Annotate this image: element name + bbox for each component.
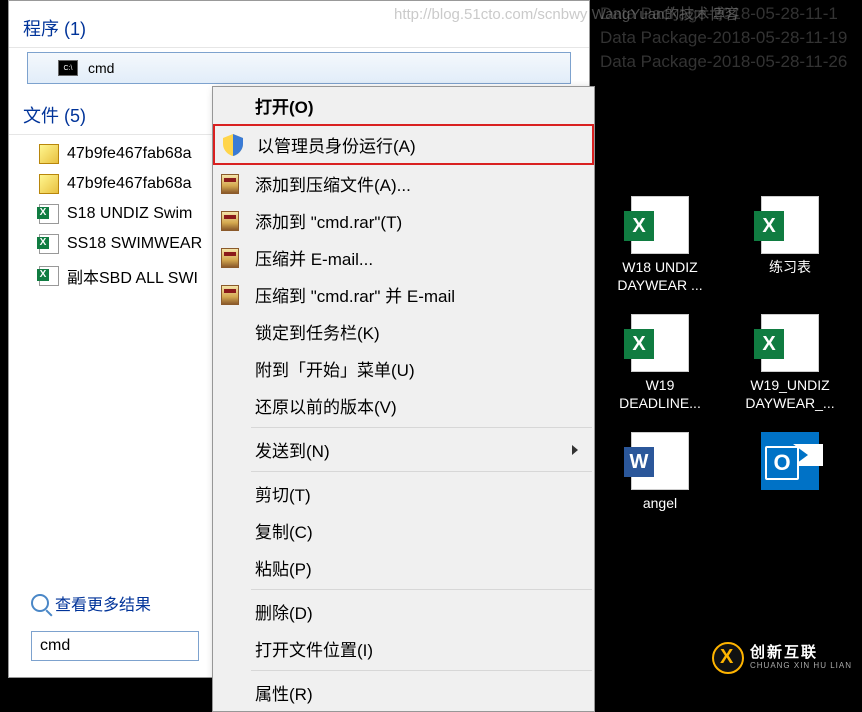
menu-item-label: 发送到(N) [255, 437, 330, 462]
more-results-label: 查看更多结果 [55, 591, 151, 615]
excel-file-icon [39, 234, 59, 254]
rar-icon [221, 174, 239, 194]
menu-item-label: 压缩并 E-mail... [255, 245, 373, 270]
menu-item-label: 还原以前的版本(V) [255, 393, 397, 418]
file-item-label: 47b9fe467fab68a [67, 145, 192, 163]
file-item-label: S18 UNDIZ Swim [67, 205, 192, 223]
compressed-file-icon [39, 144, 59, 164]
brand-name-en: CHUANG XIN HU LIAN [750, 662, 852, 671]
menu-item-label: 添加到压缩文件(A)... [255, 171, 411, 196]
excel-document-icon [631, 314, 689, 372]
menu-item-label: 复制(C) [255, 518, 313, 543]
menu-item-label: 打开文件位置(I) [255, 636, 373, 661]
desktop-icon-label: W18 UNDIZ DAYWEAR ... [605, 258, 715, 294]
excel-file-icon [39, 204, 59, 224]
menu-open[interactable]: 打开(O) [213, 87, 594, 124]
submenu-arrow-icon [572, 445, 578, 455]
menu-pin-taskbar[interactable]: 锁定到任务栏(K) [213, 313, 594, 350]
menu-item-label: 剪切(T) [255, 481, 311, 506]
brand-name-cn: 创新互联 [750, 645, 852, 662]
shield-icon [223, 134, 243, 156]
rar-icon [221, 211, 239, 231]
menu-item-label: 锁定到任务栏(K) [255, 319, 380, 344]
menu-item-label: 打开(O) [255, 93, 314, 118]
menu-run-as-admin[interactable]: 以管理员身份运行(A) [213, 124, 594, 165]
menu-copy[interactable]: 复制(C) [213, 512, 594, 549]
menu-restore-versions[interactable]: 还原以前的版本(V) [213, 387, 594, 424]
menu-pin-start[interactable]: 附到「开始」菜单(U) [213, 350, 594, 387]
file-item-label: SS18 SWIMWEAR [67, 235, 202, 253]
desktop-area: Data Package-2018-05-28-11-1 Data Packag… [600, 0, 862, 682]
program-result-cmd[interactable]: cmd [27, 52, 571, 84]
branding-watermark: 创新互联 CHUANG XIN HU LIAN [712, 642, 852, 674]
menu-cut[interactable]: 剪切(T) [213, 475, 594, 512]
menu-paste[interactable]: 粘贴(P) [213, 549, 594, 586]
menu-separator [251, 427, 592, 428]
excel-file-icon [39, 266, 59, 286]
menu-item-label: 属性(R) [255, 680, 313, 705]
menu-send-to[interactable]: 发送到(N) [213, 431, 594, 468]
desktop-icon-excel[interactable]: W19 DEADLINE... [600, 314, 720, 412]
word-document-icon [631, 432, 689, 490]
menu-item-label: 压缩到 "cmd.rar" 并 E-mail [255, 282, 455, 307]
menu-item-label: 附到「开始」菜单(U) [255, 356, 415, 381]
desktop-icon-word[interactable]: angel [600, 432, 720, 512]
desktop-icon-label: 练习表 [769, 258, 811, 276]
desktop-icon-excel[interactable]: W18 UNDIZ DAYWEAR ... [600, 196, 720, 294]
rar-icon [221, 285, 239, 305]
menu-item-label: 以管理员身份运行(A) [257, 132, 416, 157]
desktop-icon-label: W19_UNDIZ DAYWEAR_... [735, 376, 845, 412]
excel-document-icon [631, 196, 689, 254]
menu-separator [251, 670, 592, 671]
desktop-icon-outlook[interactable] [730, 432, 850, 512]
program-result-label: cmd [88, 60, 114, 76]
cmd-icon [58, 60, 78, 76]
file-item-label: 47b9fe467fab68a [67, 175, 192, 193]
rar-icon [221, 248, 239, 268]
menu-add-to-cmdrar[interactable]: 添加到 "cmd.rar"(T) [213, 202, 594, 239]
brand-logo-icon [712, 642, 744, 674]
more-results-link[interactable]: 查看更多结果 [31, 591, 151, 615]
menu-item-label: 删除(D) [255, 599, 313, 624]
file-item-label: 副本SBD ALL SWI [67, 264, 198, 288]
desktop-icon-label: W19 DEADLINE... [605, 376, 715, 412]
menu-compress-cmdrar-email[interactable]: 压缩到 "cmd.rar" 并 E-mail [213, 276, 594, 313]
outlook-icon [761, 432, 819, 490]
desktop-icon-excel[interactable]: W19_UNDIZ DAYWEAR_... [730, 314, 850, 412]
menu-item-label: 粘贴(P) [255, 555, 312, 580]
excel-document-icon [761, 314, 819, 372]
compressed-file-icon [39, 174, 59, 194]
desktop-icon-label: angel [643, 494, 677, 512]
search-icon [31, 594, 49, 612]
excel-document-icon [761, 196, 819, 254]
menu-add-to-archive[interactable]: 添加到压缩文件(A)... [213, 165, 594, 202]
desktop-icon-excel[interactable]: 练习表 [730, 196, 850, 294]
menu-separator [251, 589, 592, 590]
watermark-text: http://blog.51cto.com/scnbwy WangYuan的技术… [394, 3, 739, 24]
menu-properties[interactable]: 属性(R) [213, 674, 594, 711]
menu-delete[interactable]: 删除(D) [213, 593, 594, 630]
menu-item-label: 添加到 "cmd.rar"(T) [255, 208, 402, 233]
context-menu: 打开(O) 以管理员身份运行(A) 添加到压缩文件(A)... 添加到 "cmd… [212, 86, 595, 712]
menu-separator [251, 471, 592, 472]
search-input[interactable] [31, 631, 199, 661]
menu-open-file-location[interactable]: 打开文件位置(I) [213, 630, 594, 667]
menu-compress-email[interactable]: 压缩并 E-mail... [213, 239, 594, 276]
